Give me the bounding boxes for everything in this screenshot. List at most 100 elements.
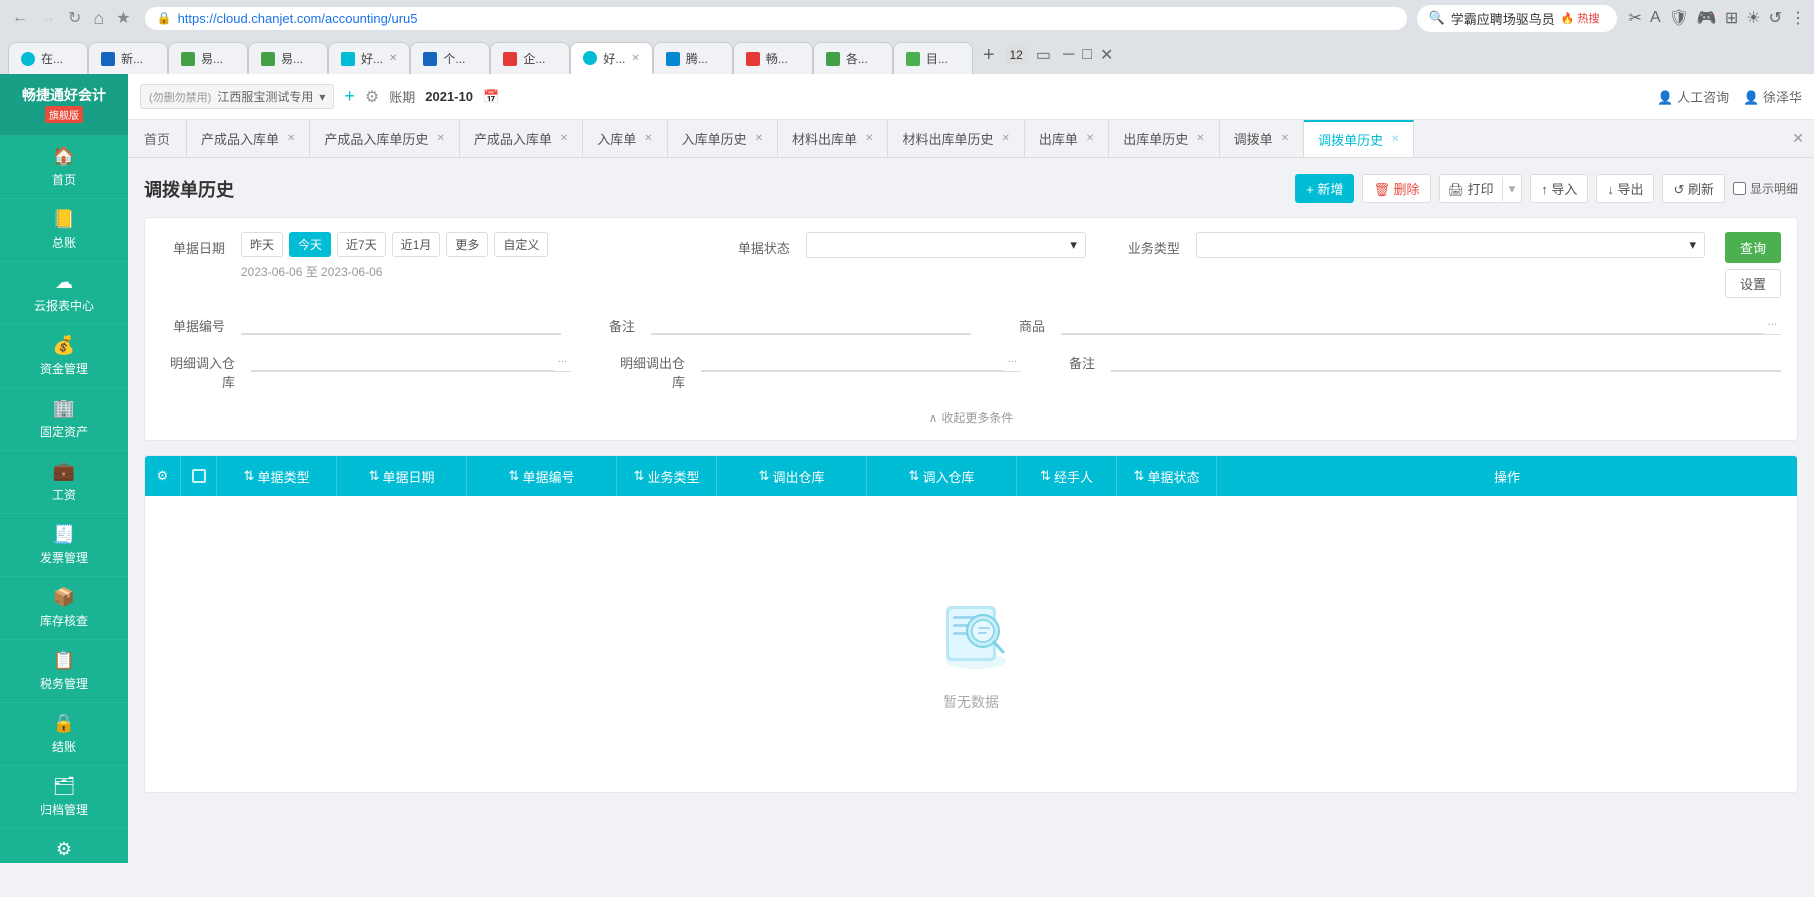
tab-close-8[interactable]: ✕ (631, 53, 639, 64)
maximize-btn[interactable]: □ (1078, 46, 1096, 64)
sidebar-item-closing[interactable]: 🔒 结账 (0, 703, 128, 766)
nav-forward[interactable]: → (36, 9, 60, 27)
page-tab-out-close[interactable]: ✕ (1086, 133, 1094, 144)
page-tab-prod-in-close[interactable]: ✕ (287, 133, 295, 144)
page-tab-transfer-hist[interactable]: 调拨单历史 ✕ (1304, 120, 1414, 158)
add-company-btn[interactable]: + (344, 86, 355, 107)
shield-icon[interactable]: 🛡 (1669, 8, 1689, 28)
page-tab-mat-out-close[interactable]: ✕ (865, 133, 873, 144)
browser-tab-12[interactable]: 目... (893, 42, 973, 74)
page-tab-wh-in-close[interactable]: ✕ (644, 133, 652, 144)
page-tab-wh-in-hist-close[interactable]: ✕ (755, 133, 763, 144)
date-btn-today[interactable]: 今天 (289, 232, 331, 257)
th-doc-date[interactable]: ⇅ 单据日期 (337, 456, 467, 496)
header-checkbox[interactable] (192, 469, 206, 483)
th-settings[interactable]: ⚙ (145, 456, 181, 496)
history-icon[interactable]: ↺ (1769, 8, 1782, 28)
close-btn[interactable]: ✕ (1096, 45, 1117, 65)
sidebar-item-invoice[interactable]: 🧾 发票管理 (0, 514, 128, 577)
new-tab-btn[interactable]: + (973, 44, 1005, 67)
sidebar-item-home[interactable]: 🏠 首页 (0, 136, 128, 199)
query-btn[interactable]: 查询 (1725, 232, 1781, 263)
doc-num-input[interactable] (241, 310, 561, 334)
page-tab-prod-in2[interactable]: 产成品入库单 ✕ (460, 120, 583, 158)
page-tab-prod-in-hist-close[interactable]: ✕ (436, 133, 444, 144)
sidebar-item-reports[interactable]: ☁ 云报表中心 (0, 262, 128, 325)
browser-tab-7[interactable]: 企... (490, 42, 570, 74)
browser-tab-11[interactable]: 各... (813, 42, 893, 74)
page-tab-out-hist[interactable]: 出库单历史 ✕ (1109, 120, 1219, 158)
browser-tab-5[interactable]: 好... ✕ (328, 42, 410, 74)
page-tab-mat-out-hist-close[interactable]: ✕ (1001, 133, 1009, 144)
goods-input[interactable] (1061, 310, 1764, 334)
tab-close-5[interactable]: ✕ (389, 53, 397, 64)
scissors-icon[interactable]: ✂ (1629, 8, 1642, 28)
th-out-warehouse[interactable]: ⇅ 调出仓库 (717, 456, 867, 496)
goods-input-box[interactable]: ... (1061, 310, 1781, 335)
print-btn-group[interactable]: 🖨 打印 ▾ (1439, 174, 1523, 203)
browser-tab-9[interactable]: 腾... (653, 42, 733, 74)
sidebar-item-payroll[interactable]: 💼 工资 (0, 451, 128, 514)
browser-search-box[interactable]: 🔍 学霸应聘场驱鸟员 🔥 热搜 (1417, 5, 1617, 32)
browser-tab-3[interactable]: 易... (168, 42, 248, 74)
tab-manager-icon[interactable]: ▭ (1028, 45, 1059, 65)
th-biz-type[interactable]: ⇅ 业务类型 (617, 456, 717, 496)
theme-icon[interactable]: ☀ (1746, 8, 1760, 28)
page-tab-prod-in[interactable]: 产成品入库单 ✕ (187, 120, 310, 158)
page-tab-wh-in-hist[interactable]: 入库单历史 ✕ (668, 120, 778, 158)
display-toggle-checkbox[interactable] (1733, 182, 1746, 195)
refresh-btn[interactable]: ↺ 刷新 (1662, 174, 1725, 203)
grid-icon[interactable]: ⊞ (1725, 8, 1738, 28)
sidebar-item-funds[interactable]: 💰 资金管理 (0, 325, 128, 388)
browser-tab-6[interactable]: 个... (410, 42, 490, 74)
detail-out-more-btn[interactable]: ... (1004, 353, 1021, 365)
browser-tab-2[interactable]: 新... (88, 42, 168, 74)
address-bar[interactable]: 🔒 https://cloud.chanjet.com/accounting/u… (145, 7, 1407, 30)
date-btn-custom[interactable]: 自定义 (494, 232, 548, 257)
date-btn-more[interactable]: 更多 (446, 232, 488, 257)
page-tab-prod-in-hist[interactable]: 产成品入库单历史 ✕ (310, 120, 459, 158)
collapse-btn[interactable]: ∧ 收起更多条件 (929, 403, 1014, 426)
page-tab-mat-out[interactable]: 材料出库单 ✕ (778, 120, 888, 158)
minimize-btn[interactable]: ─ (1059, 46, 1078, 64)
menu-icon[interactable]: ⋮ (1790, 8, 1806, 28)
page-tab-transfer[interactable]: 调拨单 ✕ (1220, 120, 1304, 158)
notes-input-box[interactable] (651, 310, 971, 335)
company-settings-icon[interactable]: ⚙ (365, 87, 379, 107)
browser-tab-8[interactable]: 好... ✕ (570, 42, 652, 74)
page-tab-out-hist-close[interactable]: ✕ (1196, 133, 1204, 144)
doc-status-select[interactable]: ▾ (806, 232, 1086, 258)
biz-type-select[interactable]: ▾ (1196, 232, 1705, 258)
detail-in-input[interactable] (251, 347, 554, 371)
nav-refresh[interactable]: ↻ (64, 8, 85, 28)
page-tab-out[interactable]: 出库单 ✕ (1025, 120, 1109, 158)
th-checkbox[interactable] (181, 456, 217, 496)
username-btn[interactable]: 👤 徐泽华 (1743, 87, 1802, 106)
th-handler[interactable]: ⇅ 经手人 (1017, 456, 1117, 496)
user-service-btn[interactable]: 👤 人工咨询 (1657, 87, 1729, 106)
date-btn-yesterday[interactable]: 昨天 (241, 232, 283, 257)
new-btn[interactable]: + 新增 (1295, 174, 1354, 203)
detail-in-input-box[interactable]: ... (251, 347, 571, 372)
translate-icon[interactable]: A (1650, 9, 1661, 27)
detail-out-input[interactable] (701, 347, 1004, 371)
notes-input[interactable] (651, 310, 971, 334)
date-btn-last-month[interactable]: 近1月 (392, 232, 441, 257)
sidebar-item-ledger[interactable]: 📒 总账 (0, 199, 128, 262)
settings-btn[interactable]: 设置 (1725, 269, 1781, 298)
sidebar-item-tax[interactable]: 📋 税务管理 (0, 640, 128, 703)
print-dropdown-icon[interactable]: ▾ (1502, 177, 1522, 201)
detail-out-input-box[interactable]: ... (701, 347, 1021, 372)
company-selector[interactable]: (勿删勿禁用) 江西服宝测试专用 ▾ (140, 84, 334, 109)
display-toggle[interactable]: 显示明细 (1733, 180, 1798, 197)
page-tab-prod-in2-close[interactable]: ✕ (560, 133, 568, 144)
th-doc-status[interactable]: ⇅ 单据状态 (1117, 456, 1217, 496)
browser-tab-4[interactable]: 易... (248, 42, 328, 74)
period-calendar-icon[interactable]: 📅 (483, 89, 499, 105)
page-tab-mat-out-hist[interactable]: 材料出库单历史 ✕ (888, 120, 1024, 158)
browser-tab-10[interactable]: 畅... (733, 42, 813, 74)
goods-more-btn[interactable]: ... (1764, 316, 1781, 328)
tab-bar-close-all[interactable]: ✕ (1782, 130, 1814, 147)
th-doc-type[interactable]: ⇅ 单据类型 (217, 456, 337, 496)
delete-btn[interactable]: 🗑 删除 (1362, 174, 1430, 203)
